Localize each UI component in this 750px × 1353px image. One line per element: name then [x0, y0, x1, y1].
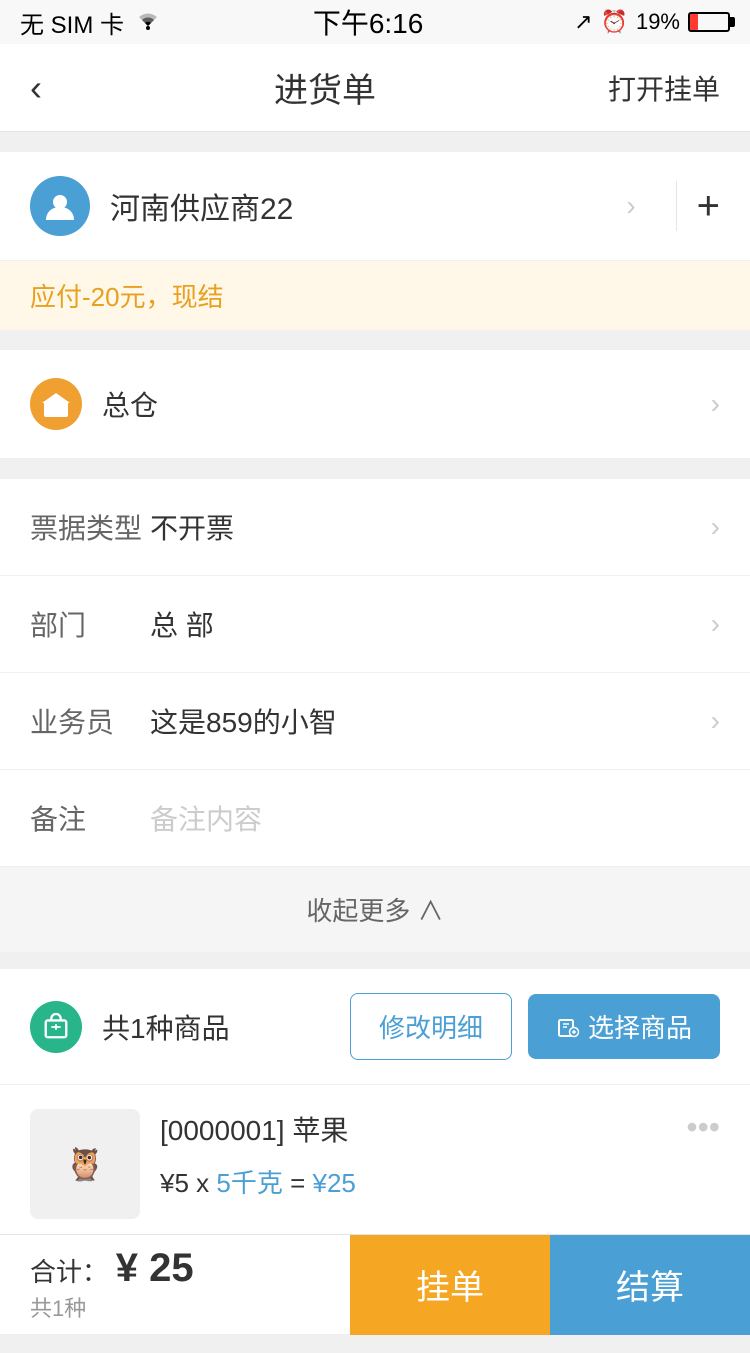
vertical-divider: [676, 181, 677, 231]
battery-icon: [688, 12, 730, 32]
salesperson-chevron-icon: ›: [711, 705, 720, 737]
total-label: 合计：: [30, 1257, 108, 1287]
invoice-type-label: 票据类型: [30, 507, 150, 547]
department-label: 部门: [30, 604, 150, 644]
select-product-button[interactable]: 选择商品: [528, 994, 720, 1059]
owl-icon: 🦉: [65, 1145, 105, 1183]
carrier-label: 无 SIM 卡: [20, 5, 124, 40]
product-name: [0000001] 苹果: [160, 1109, 686, 1149]
warehouse-row[interactable]: 总仓 ›: [0, 350, 750, 459]
status-left: 无 SIM 卡: [20, 5, 162, 40]
page-title: 进货单: [274, 63, 376, 112]
total-row: 合计： ¥ 25: [30, 1246, 320, 1291]
status-time: 下午6:16: [313, 2, 424, 42]
product-info: [0000001] 苹果 ¥5 x 5千克 = ¥25: [160, 1109, 686, 1200]
total-amount: ¥ 25: [116, 1246, 194, 1290]
products-count: 共1种商品: [102, 1007, 350, 1047]
collapse-row[interactable]: 收起更多 ∧: [0, 867, 750, 952]
status-bar: 无 SIM 卡 下午6:16 ↗ ⏰ 19%: [0, 0, 750, 44]
top-divider: [0, 132, 750, 152]
bottom-total: 合计： ¥ 25 共1种: [0, 1246, 350, 1323]
bottom-bar: 合计： ¥ 25 共1种 挂单 结算: [0, 1234, 750, 1334]
select-product-label: 选择商品: [588, 1008, 692, 1045]
warehouse-chevron-icon: ›: [711, 388, 720, 420]
warning-banner: 应付-20元，现结: [0, 261, 750, 330]
warning-text: 应付-20元，现结: [30, 282, 224, 312]
supplier-section: 河南供应商22 › + 应付-20元，现结: [0, 152, 750, 330]
supplier-chevron-icon: ›: [626, 190, 635, 222]
product-item: 🦉 [0000001] 苹果 ¥5 x 5千克 = ¥25 •••: [0, 1084, 750, 1243]
total-count: 共1种: [30, 1291, 320, 1323]
product-price: ¥5 x 5千克 = ¥25: [160, 1163, 686, 1200]
alarm-icon: ⏰: [601, 9, 628, 35]
invoice-type-chevron-icon: ›: [711, 511, 720, 543]
salesperson-row[interactable]: 业务员 这是859的小智 ›: [0, 673, 750, 770]
checkout-button[interactable]: 结算: [550, 1235, 750, 1335]
department-value: 总 部: [150, 604, 711, 644]
invoice-type-value: 不开票: [150, 507, 711, 547]
products-icon: [30, 1001, 82, 1053]
location-icon: ↗: [574, 9, 592, 35]
battery-percent: 19%: [636, 9, 680, 35]
product-more-button[interactable]: •••: [686, 1109, 720, 1146]
nav-bar: ‹ 进货单 打开挂单: [0, 44, 750, 132]
collapse-label: 收起更多 ∧: [306, 891, 443, 928]
wifi-icon: [134, 8, 162, 37]
divider-2: [0, 459, 750, 479]
edit-detail-button[interactable]: 修改明细: [350, 993, 512, 1060]
supplier-name[interactable]: 河南供应商22: [110, 184, 626, 228]
warehouse-name: 总仓: [102, 384, 711, 424]
remark-row: 备注 备注内容: [0, 770, 750, 867]
product-thumbnail: 🦉: [30, 1109, 140, 1219]
open-pending-button[interactable]: 打开挂单: [608, 68, 720, 108]
supplier-row: 河南供应商22 › +: [0, 152, 750, 261]
pending-button[interactable]: 挂单: [350, 1235, 550, 1335]
form-section: 票据类型 不开票 › 部门 总 部 › 业务员 这是859的小智 › 备注 备注…: [0, 479, 750, 867]
department-chevron-icon: ›: [711, 608, 720, 640]
divider-1: [0, 330, 750, 350]
divider-3: [0, 952, 750, 968]
salesperson-value: 这是859的小智: [150, 701, 711, 741]
invoice-type-row[interactable]: 票据类型 不开票 ›: [0, 479, 750, 576]
remark-label: 备注: [30, 798, 150, 838]
warehouse-section: 总仓 ›: [0, 350, 750, 459]
products-header: 共1种商品 修改明细 选择商品: [0, 968, 750, 1084]
salesperson-label: 业务员: [30, 701, 150, 741]
department-row[interactable]: 部门 总 部 ›: [0, 576, 750, 673]
warehouse-icon: [30, 378, 82, 430]
back-button[interactable]: ‹: [30, 67, 42, 109]
add-button[interactable]: +: [697, 184, 720, 229]
remark-input[interactable]: 备注内容: [150, 798, 720, 838]
supplier-avatar: [30, 176, 90, 236]
status-right: ↗ ⏰ 19%: [574, 9, 730, 35]
